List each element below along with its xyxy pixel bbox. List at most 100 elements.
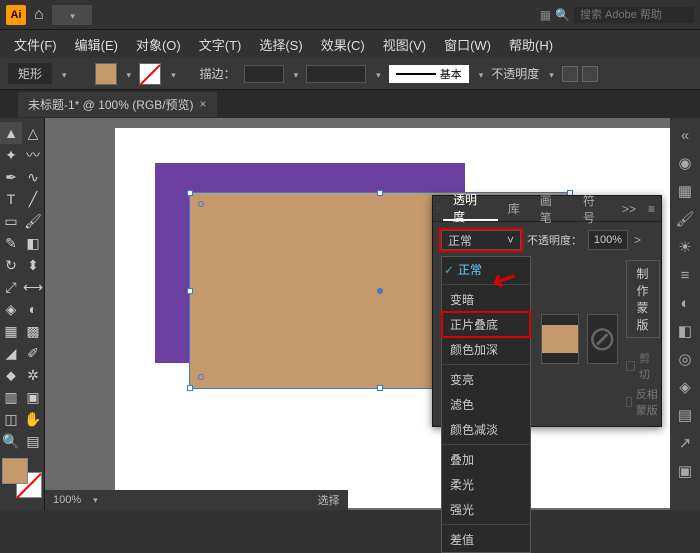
fill-swatch[interactable] (95, 63, 117, 85)
workspace-switcher[interactable] (52, 5, 92, 25)
zoom-level[interactable]: 100% (53, 494, 81, 506)
tab-transparency[interactable]: 透明度 (443, 196, 498, 221)
layers-panel-icon[interactable]: ▤ (676, 406, 694, 424)
slice-tool-icon[interactable]: ◫ (0, 408, 22, 430)
menu-edit[interactable]: 编辑(E) (67, 31, 126, 58)
resize-handle[interactable] (377, 190, 383, 196)
resize-handle[interactable] (377, 385, 383, 391)
blend-mode-dropdown[interactable]: 正常 ˅ (441, 230, 521, 250)
stroke-swatch[interactable] (139, 63, 161, 85)
blend-option-screen[interactable]: 滤色 (442, 392, 530, 417)
shape-dropdown-icon[interactable] (60, 67, 67, 81)
stroke-weight-input[interactable] (244, 65, 284, 83)
asset-export-panel-icon[interactable]: ↗ (676, 434, 694, 452)
print-tiling-tool-icon[interactable]: ▤ (22, 430, 44, 452)
rectangle-tool-icon[interactable]: ▭ (0, 210, 22, 232)
magic-wand-tool-icon[interactable]: ✦ (0, 144, 22, 166)
reflect-tool-icon[interactable]: ⬍ (22, 254, 44, 276)
object-thumbnail[interactable] (541, 314, 579, 364)
invert-mask-checkbox[interactable]: 反相蒙版 (626, 386, 660, 418)
blend-tool-icon[interactable]: ⬥ (0, 364, 22, 386)
pen-tool-icon[interactable]: ✒ (0, 166, 22, 188)
fill-color-icon[interactable] (2, 458, 28, 484)
tab-brushes[interactable]: 画笔 (530, 196, 573, 221)
align-icon[interactable] (582, 66, 598, 82)
resize-handle[interactable] (187, 190, 193, 196)
column-graph-tool-icon[interactable]: ▥ (0, 386, 22, 408)
search-icon[interactable]: 🔍 (555, 8, 570, 22)
opacity-input[interactable]: 100% (588, 230, 628, 250)
blend-option-softlight[interactable]: 柔光 (442, 472, 530, 497)
home-icon[interactable]: ⌂ (34, 6, 44, 24)
eyedropper-tool-icon[interactable]: ✐ (22, 342, 44, 364)
corner-widget-icon[interactable] (198, 374, 204, 380)
symbols-panel-icon[interactable]: ☀ (676, 238, 694, 256)
center-point-icon[interactable] (377, 288, 383, 294)
width-tool-icon[interactable]: ⟷ (22, 276, 44, 298)
scale-tool-icon[interactable]: ⤢ (0, 276, 22, 298)
menu-select[interactable]: 选择(S) (251, 31, 310, 58)
layout-icon[interactable]: ▦ (540, 8, 551, 22)
color-panel-icon[interactable]: ◉ (676, 154, 694, 172)
blend-option-multiply[interactable]: 正片叠底 (442, 312, 530, 337)
stroke-dropdown-icon[interactable] (169, 67, 176, 81)
brushes-panel-icon[interactable]: 🖌 (676, 210, 694, 228)
mesh-tool-icon[interactable]: ▩ (22, 320, 44, 342)
swatches-panel-icon[interactable]: ▦ (676, 182, 694, 200)
clip-checkbox[interactable]: 剪切 (626, 350, 660, 382)
blend-option-colordodge[interactable]: 颜色减淡 (442, 417, 530, 442)
close-tab-icon[interactable]: × (200, 97, 207, 111)
search-input[interactable] (574, 7, 694, 23)
menu-type[interactable]: 文字(T) (191, 31, 250, 58)
blend-mode-menu[interactable]: 正常 变暗 正片叠底 颜色加深 变亮 滤色 颜色减淡 叠加 柔光 强光 差值 (441, 256, 531, 553)
eraser-tool-icon[interactable]: ◧ (22, 232, 44, 254)
curvature-tool-icon[interactable]: ∿ (22, 166, 44, 188)
rotate-tool-icon[interactable]: ↻ (0, 254, 22, 276)
profile-caret-icon[interactable] (477, 67, 484, 81)
artboard-tool-icon[interactable]: ▣ (22, 386, 44, 408)
symbol-sprayer-tool-icon[interactable]: ✲ (22, 364, 44, 386)
zoom-tool-icon[interactable]: 🔍 (0, 430, 22, 452)
stroke-weight-caret-icon[interactable] (292, 67, 299, 81)
opacity-caret-icon[interactable] (547, 67, 554, 81)
blend-option-lighten[interactable]: 变亮 (442, 367, 530, 392)
type-tool-icon[interactable]: T (0, 188, 22, 210)
dock-expand-icon[interactable]: « (676, 126, 694, 144)
hand-tool-icon[interactable]: ✋ (22, 408, 44, 430)
graphic-styles-panel-icon[interactable]: ◈ (676, 378, 694, 396)
resize-handle[interactable] (187, 288, 193, 294)
document-tab[interactable]: 未标题-1* @ 100% (RGB/预览) × (18, 92, 217, 117)
blend-option-difference[interactable]: 差值 (442, 527, 530, 552)
tab-library[interactable]: 库 (498, 196, 530, 221)
menu-effect[interactable]: 效果(C) (313, 31, 373, 58)
fill-stroke-indicator[interactable] (2, 458, 42, 498)
make-mask-button[interactable]: 制作蒙版 (626, 260, 660, 338)
menu-file[interactable]: 文件(F) (6, 31, 65, 58)
stroke-style-caret-icon[interactable] (374, 67, 381, 81)
panel-overflow-icon[interactable]: >> (616, 202, 642, 216)
stroke-style-preview[interactable] (306, 65, 366, 83)
selection-tool-icon[interactable]: ▲ (0, 122, 22, 144)
mask-thumbnail[interactable]: ⊘ (587, 314, 618, 364)
stroke-panel-icon[interactable]: ≡ (676, 266, 694, 284)
artboards-panel-icon[interactable]: ▣ (676, 462, 694, 480)
opacity-stepper-icon[interactable]: > (634, 233, 641, 247)
perspective-tool-icon[interactable]: ▦ (0, 320, 22, 342)
lasso-tool-icon[interactable]: 〰 (22, 144, 44, 166)
line-tool-icon[interactable]: ╱ (22, 188, 44, 210)
fill-dropdown-icon[interactable] (125, 67, 132, 81)
transparency-panel-icon[interactable]: ◧ (676, 322, 694, 340)
blend-option-darken[interactable]: 变暗 (442, 287, 530, 312)
panel-grip-icon[interactable]: ⋮ (433, 203, 443, 214)
resize-handle[interactable] (187, 385, 193, 391)
appearance-panel-icon[interactable]: ◎ (676, 350, 694, 368)
gradient-tool-icon[interactable]: ◢ (0, 342, 22, 364)
shaper-tool-icon[interactable]: ✎ (0, 232, 22, 254)
blend-option-colorburn[interactable]: 颜色加深 (442, 337, 530, 362)
menu-help[interactable]: 帮助(H) (501, 31, 561, 58)
stroke-profile[interactable]: 基本 (389, 65, 469, 83)
shape-builder-tool-icon[interactable]: ◐ (22, 298, 44, 320)
tab-symbols[interactable]: 符号 (573, 196, 616, 221)
corner-widget-icon[interactable] (198, 201, 204, 207)
zoom-caret-icon[interactable] (91, 494, 98, 506)
